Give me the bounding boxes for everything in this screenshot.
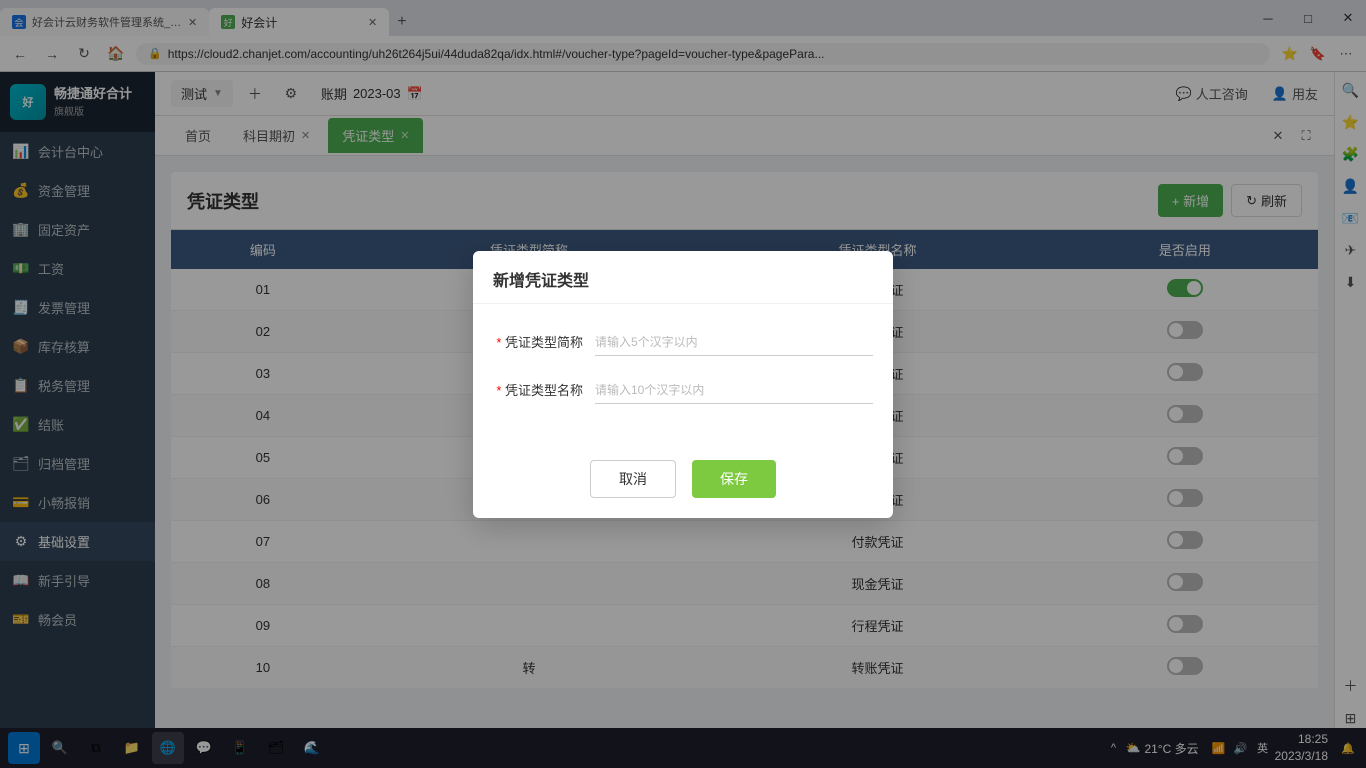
short-name-row: 凭证类型简称 — [493, 328, 873, 356]
cancel-button[interactable]: 取消 — [590, 460, 676, 498]
modal-title: 新增凭证类型 — [473, 251, 893, 304]
short-name-input[interactable] — [595, 328, 873, 356]
full-name-row: 凭证类型名称 — [493, 376, 873, 404]
short-name-label: 凭证类型简称 — [493, 332, 583, 351]
modal-dialog: 新增凭证类型 凭证类型简称 凭证类型名称 取消 保存 — [473, 251, 893, 518]
modal-footer: 取消 保存 — [473, 448, 893, 518]
modal-overlay: 新增凭证类型 凭证类型简称 凭证类型名称 取消 保存 — [0, 0, 1366, 768]
modal-body: 凭证类型简称 凭证类型名称 — [473, 304, 893, 448]
full-name-label: 凭证类型名称 — [493, 380, 583, 399]
save-button[interactable]: 保存 — [692, 460, 776, 498]
full-name-input[interactable] — [595, 376, 873, 404]
